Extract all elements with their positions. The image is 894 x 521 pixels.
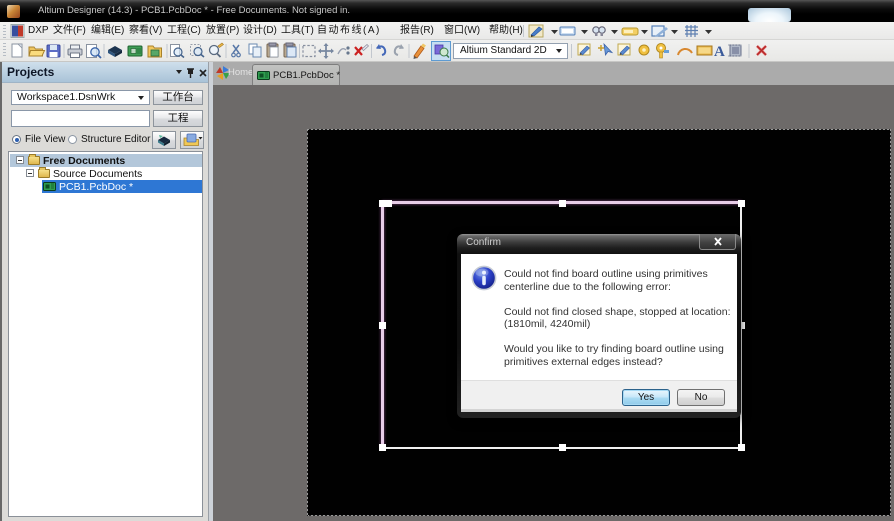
svg-text:A: A <box>714 44 725 60</box>
